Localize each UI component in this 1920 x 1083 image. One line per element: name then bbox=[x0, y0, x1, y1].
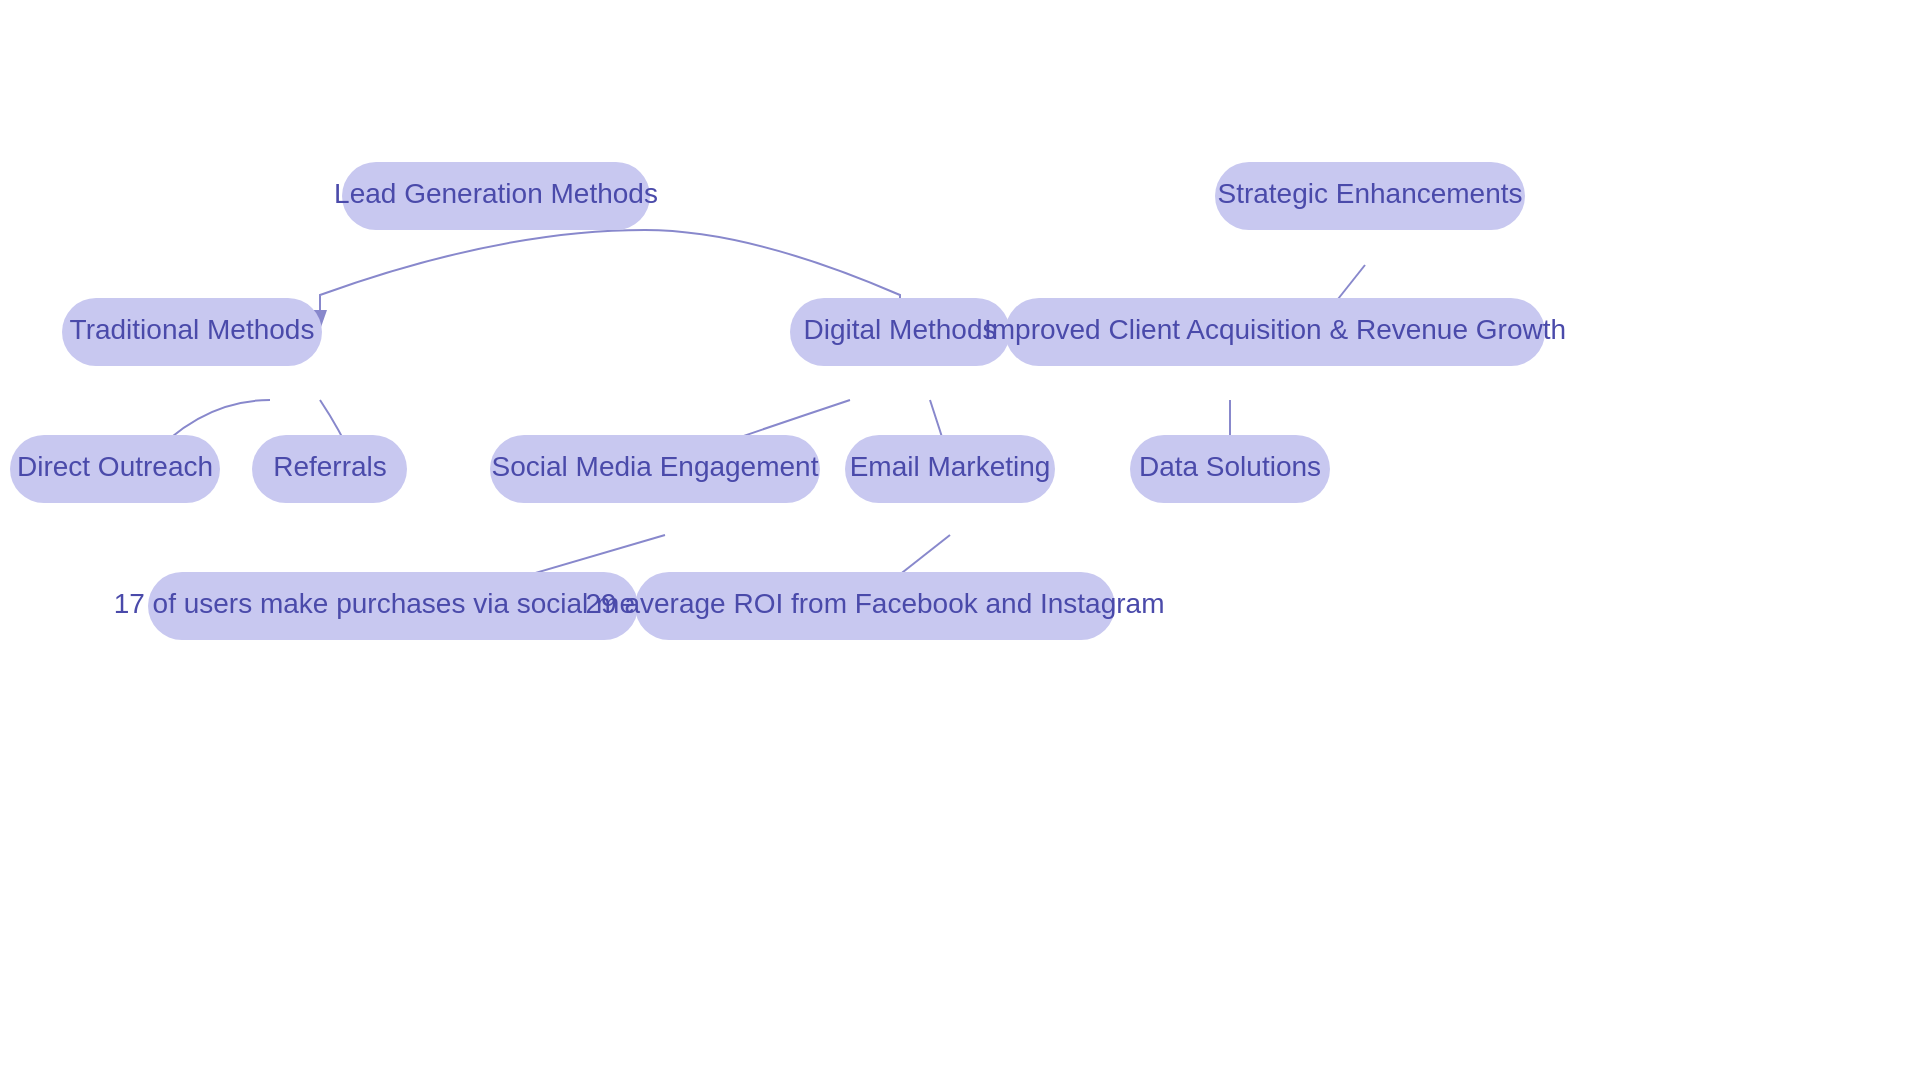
referrals-label: Referrals bbox=[273, 451, 387, 482]
lead-generation-label: Lead Generation Methods bbox=[334, 178, 658, 209]
direct-outreach-label: Direct Outreach bbox=[17, 451, 213, 482]
data-solutions-label: Data Solutions bbox=[1139, 451, 1321, 482]
strategic-enhancements-label: Strategic Enhancements bbox=[1217, 178, 1522, 209]
digital-methods-label: Digital Methods bbox=[804, 314, 997, 345]
traditional-methods-label: Traditional Methods bbox=[70, 314, 315, 345]
roi-stat-label: 29 average ROI from Facebook and Instagr… bbox=[586, 588, 1165, 619]
email-marketing-label: Email Marketing bbox=[850, 451, 1051, 482]
social-media-label: Social Media Engagement bbox=[492, 451, 819, 482]
improved-client-label: Improved Client Acquisition & Revenue Gr… bbox=[984, 314, 1566, 345]
